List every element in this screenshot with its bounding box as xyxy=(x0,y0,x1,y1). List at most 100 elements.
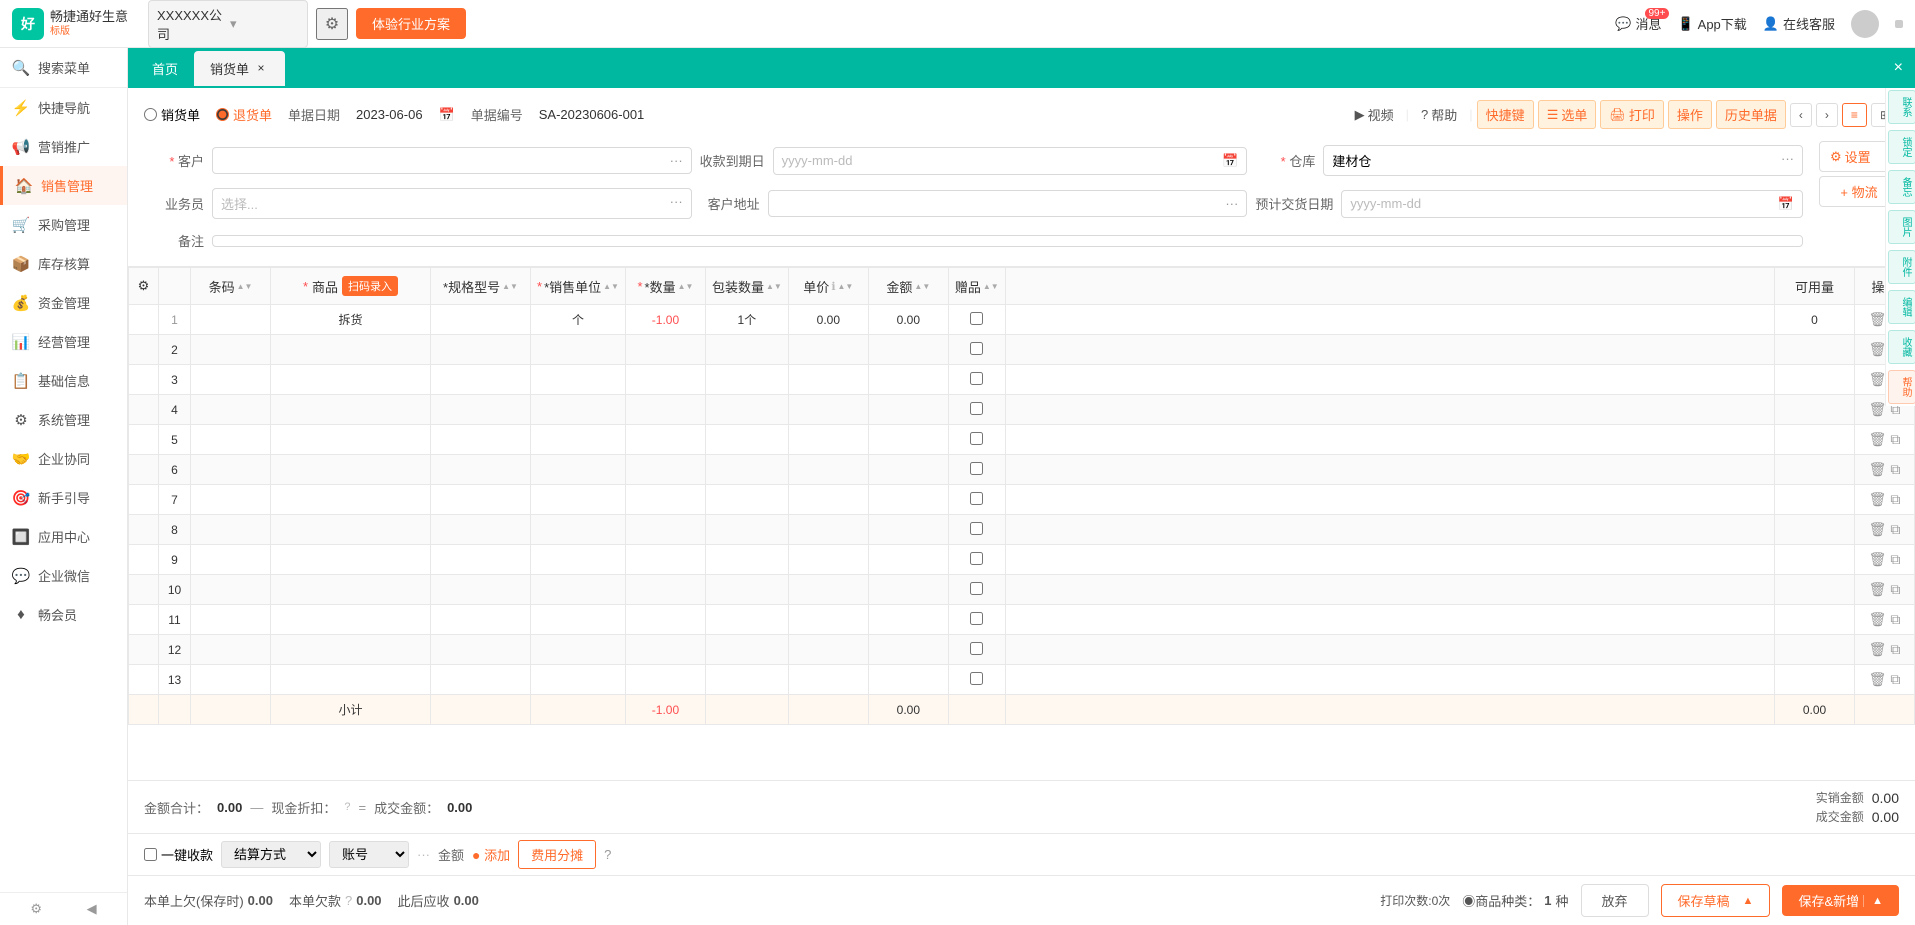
app-download-btn[interactable]: 📱 App下载 xyxy=(1677,14,1746,33)
tab-home[interactable]: 首页 xyxy=(136,51,194,86)
payment-method-select[interactable]: 结算方式 xyxy=(221,841,321,868)
sidebar-item-enterprise[interactable]: 🤝 企业协同 xyxy=(0,439,127,478)
expense-help-icon[interactable]: ? xyxy=(604,847,611,862)
copy-row-icon[interactable]: ⧉ xyxy=(1890,461,1900,478)
customer-more-icon[interactable]: ··· xyxy=(670,153,683,168)
right-panel-btn-6[interactable]: 编辑 xyxy=(1888,290,1915,324)
save-new-btn[interactable]: 保存&新增 ▲ xyxy=(1782,885,1899,916)
delete-row-icon[interactable]: 🗑 xyxy=(1869,641,1887,658)
video-btn[interactable]: ▶ 视频 xyxy=(1347,101,1402,128)
row-spec-1[interactable] xyxy=(431,305,531,335)
one-click-payment-checkbox[interactable]: 一键收款 xyxy=(144,845,213,864)
calendar-2-icon[interactable]: 📅 xyxy=(1222,153,1238,169)
right-panel-btn-7[interactable]: 收藏 xyxy=(1888,330,1915,364)
sidebar-item-wecom[interactable]: 💬 企业微信 xyxy=(0,556,127,595)
select-order-btn[interactable]: ☰ 选单 xyxy=(1538,100,1597,129)
warehouse-input[interactable]: 建材仓 ··· xyxy=(1323,145,1803,176)
help-btn[interactable]: ? 帮助 xyxy=(1413,101,1465,128)
expense-split-btn[interactable]: 费用分摊 xyxy=(518,840,596,869)
sidebar-search[interactable]: 🔍 搜索菜单 xyxy=(0,48,127,88)
delivery-date-input[interactable]: yyyy-mm-dd 📅 xyxy=(1341,190,1803,218)
row-unit-1[interactable]: 个 xyxy=(531,305,626,335)
save-new-arrow[interactable]: ▲ xyxy=(1863,895,1883,907)
sidebar-item-basic-info[interactable]: 📋 基础信息 xyxy=(0,361,127,400)
copy-row-icon[interactable]: ⧉ xyxy=(1890,611,1900,628)
copy-row-icon[interactable]: ⧉ xyxy=(1890,581,1900,598)
copy-row-icon[interactable]: ⧉ xyxy=(1890,551,1900,568)
settings-icon-btn[interactable]: ⚙ xyxy=(316,8,348,40)
delete-row-icon[interactable]: 🗑 xyxy=(1869,401,1887,418)
sidebar-item-finance[interactable]: 💰 资金管理 xyxy=(0,283,127,322)
sidebar-item-quick-nav[interactable]: ⚡ 快捷导航 xyxy=(0,88,127,127)
delete-row-icon[interactable]: 🗑 xyxy=(1869,431,1887,448)
payment-date-input[interactable]: yyyy-mm-dd 📅 xyxy=(773,147,1248,175)
copy-row-icon[interactable]: ⧉ xyxy=(1890,521,1900,538)
history-btn[interactable]: 历史单据 xyxy=(1716,100,1786,129)
scan-barcode-btn[interactable]: 扫码录入 xyxy=(342,276,398,296)
delete-row-icon[interactable]: 🗑 xyxy=(1869,611,1887,628)
sidebar-item-operation[interactable]: 📊 经营管理 xyxy=(0,322,127,361)
row-gift-1[interactable] xyxy=(948,305,1005,335)
customer-address-input[interactable]: ··· xyxy=(768,190,1248,217)
row-qty-1[interactable]: -1.00 xyxy=(625,305,705,335)
discount-info-icon[interactable]: ? xyxy=(344,801,350,813)
calendar-icon[interactable]: 📅 xyxy=(439,107,455,123)
prev-record-btn[interactable]: ‹ xyxy=(1790,103,1812,127)
tab-sales-order[interactable]: 销货单 × xyxy=(194,51,285,86)
row-barcode-1[interactable] xyxy=(191,305,271,335)
price-info-icon[interactable]: ℹ xyxy=(831,280,835,293)
row-pkgqty-1[interactable]: 1个 xyxy=(705,305,788,335)
delete-row-icon[interactable]: 🗑 xyxy=(1869,461,1887,478)
delete-row-icon[interactable]: 🗑 xyxy=(1869,491,1887,508)
sidebar-item-system[interactable]: ⚙ 系统管理 xyxy=(0,400,127,439)
delete-row-icon[interactable]: 🗑 xyxy=(1869,581,1887,598)
company-selector[interactable]: XXXXXX公司 ▾ xyxy=(148,0,308,48)
payment-account-select[interactable]: 账号 xyxy=(329,841,409,868)
message-btn[interactable]: 💬 消息 99+ xyxy=(1615,14,1661,33)
sidebar-collapse-icon[interactable]: ◀ xyxy=(87,901,97,917)
close-all-tabs-btn[interactable]: × xyxy=(1890,55,1907,81)
shortcut-btn[interactable]: 快捷键 xyxy=(1477,100,1534,129)
sidebar-item-purchase[interactable]: 🛒 采购管理 xyxy=(0,205,127,244)
sidebar-item-marketing[interactable]: 📢 营销推广 xyxy=(0,127,127,166)
sidebar-item-member[interactable]: ♦ 畅会员 xyxy=(0,595,127,634)
delete-row-icon[interactable]: 🗑 xyxy=(1869,371,1887,388)
copy-row-icon[interactable]: ⧉ xyxy=(1890,671,1900,688)
trial-btn[interactable]: 体验行业方案 xyxy=(356,8,466,39)
discard-btn[interactable]: 放弃 xyxy=(1581,884,1649,917)
payment-add-btn[interactable]: ● 添加 xyxy=(472,845,510,864)
save-draft-btn[interactable]: 保存草稿 ▲ xyxy=(1661,884,1771,917)
delete-row-1-icon[interactable]: 🗑 xyxy=(1869,311,1887,328)
sales-order-radio[interactable]: 销货单 xyxy=(144,105,200,124)
copy-row-icon[interactable]: ⧉ xyxy=(1890,641,1900,658)
delete-row-icon[interactable]: 🗑 xyxy=(1869,671,1887,688)
delete-row-icon[interactable]: 🗑 xyxy=(1869,521,1887,538)
salesperson-input[interactable]: 选择... ··· xyxy=(212,188,692,219)
online-support-btn[interactable]: 👤 在线客服 xyxy=(1763,14,1835,33)
row-product-1[interactable]: 拆货 xyxy=(271,305,431,335)
sidebar-item-sales[interactable]: 🏠 销售管理 xyxy=(0,166,127,205)
sidebar-item-inventory[interactable]: 📦 库存核算 xyxy=(0,244,127,283)
right-panel-btn-2[interactable]: 锁定 xyxy=(1888,130,1915,164)
total-owed-help-icon[interactable]: ? xyxy=(345,893,352,908)
sidebar-item-app-center[interactable]: 🔲 应用中心 xyxy=(0,517,127,556)
address-more-icon[interactable]: ··· xyxy=(1225,196,1238,211)
copy-row-icon[interactable]: ⧉ xyxy=(1890,491,1900,508)
next-record-btn[interactable]: › xyxy=(1816,103,1838,127)
print-btn[interactable]: 🖨 打印 xyxy=(1600,100,1664,129)
sidebar-settings-icon[interactable]: ⚙ xyxy=(30,901,42,917)
right-panel-btn-orange[interactable]: 帮助 xyxy=(1888,370,1915,404)
salesperson-more-icon[interactable]: ··· xyxy=(670,194,683,213)
tab-close-icon[interactable]: × xyxy=(253,60,269,76)
calendar-3-icon[interactable]: 📅 xyxy=(1778,196,1794,212)
delete-row-icon[interactable]: 🗑 xyxy=(1869,341,1887,358)
right-panel-btn-5[interactable]: 附件 xyxy=(1888,250,1915,284)
right-panel-btn-4[interactable]: 图片 xyxy=(1888,210,1915,244)
row-amount-1[interactable]: 0.00 xyxy=(868,305,948,335)
payment-more-icon[interactable]: ··· xyxy=(417,847,430,862)
warehouse-more-icon[interactable]: ··· xyxy=(1781,151,1794,170)
save-draft-arrow[interactable]: ▲ xyxy=(1734,895,1754,907)
operations-btn[interactable]: 操作 xyxy=(1668,100,1712,129)
row-price-1[interactable]: 0.00 xyxy=(788,305,868,335)
right-panel-btn-1[interactable]: 联系 xyxy=(1888,90,1915,124)
